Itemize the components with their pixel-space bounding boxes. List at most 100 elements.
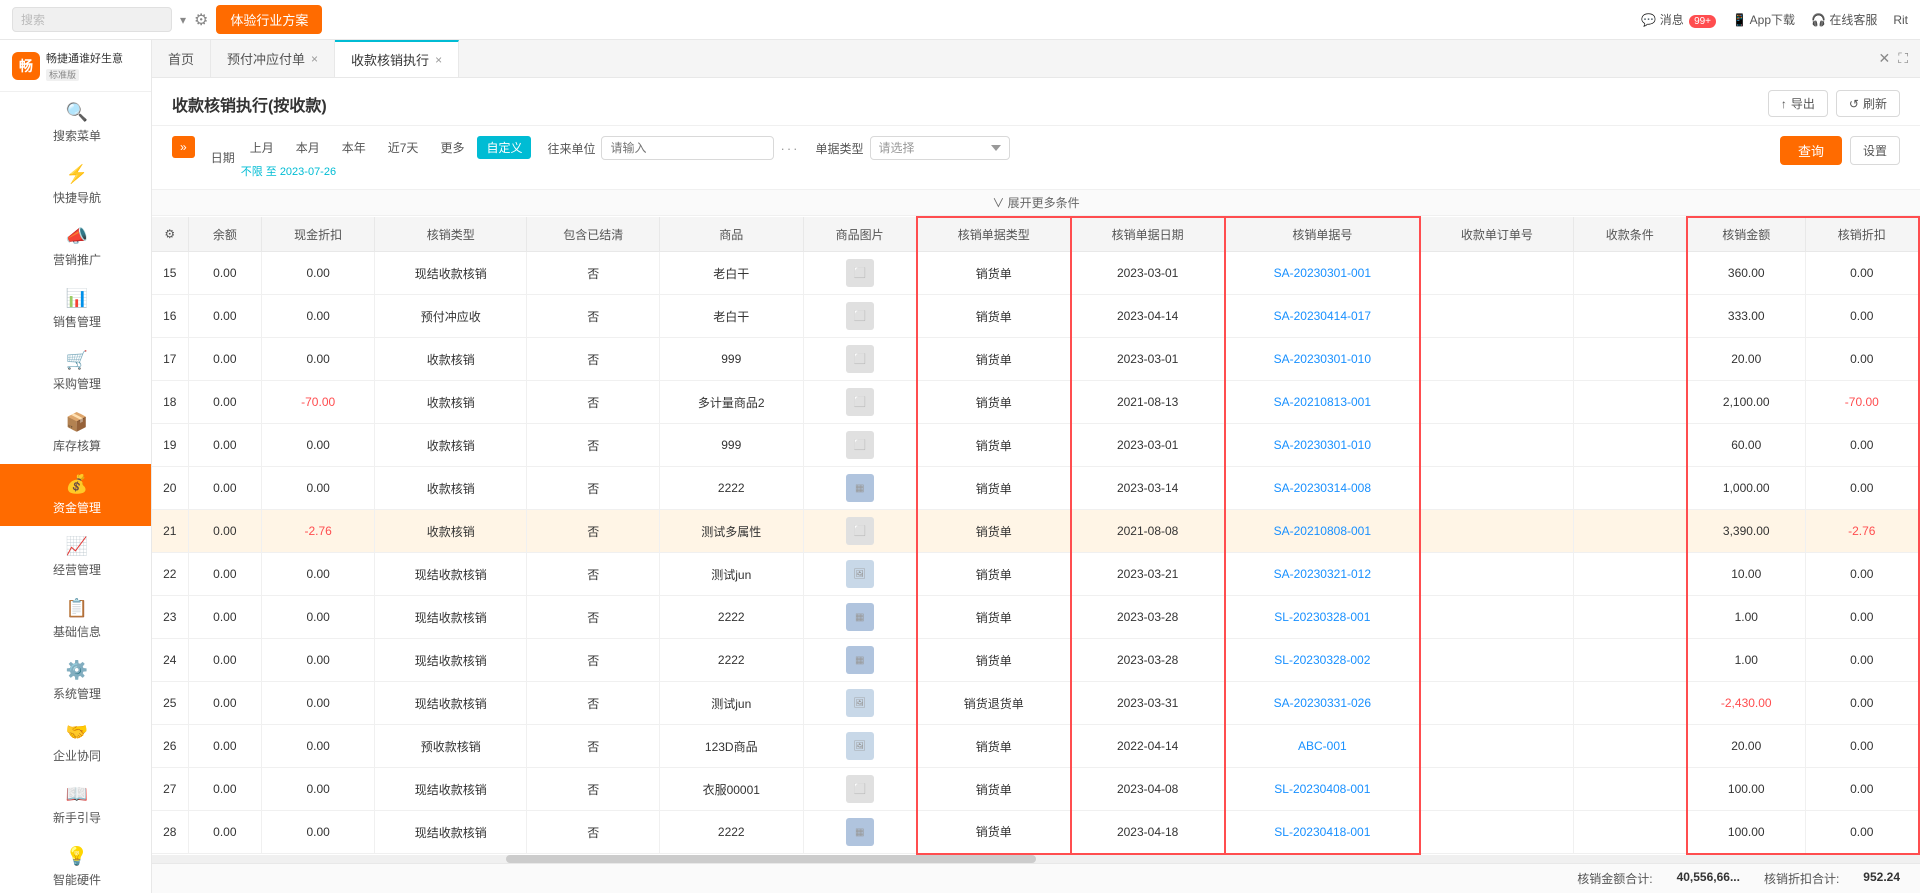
- cell-receipt-order-no: [1420, 467, 1573, 510]
- horizontal-scrollbar[interactable]: [152, 855, 1920, 863]
- cell-voucher-no[interactable]: SL-20230418-001: [1225, 811, 1420, 854]
- filter-voucher-type-select[interactable]: 请选择: [870, 136, 1010, 160]
- refresh-btn[interactable]: ↺ 刷新: [1836, 90, 1900, 117]
- cell-receipt-terms: [1573, 682, 1687, 725]
- cell-id: 25: [152, 682, 188, 725]
- sidebar-item-inventory[interactable]: 📦 库存核算: [0, 402, 151, 464]
- user-name[interactable]: Rit: [1893, 13, 1908, 27]
- sidebar-logo: 畅 畅捷通谁好生意 标准版: [0, 40, 151, 92]
- filter-date-custom[interactable]: 自定义: [477, 136, 531, 159]
- top-search-input[interactable]: 搜索: [12, 7, 172, 32]
- col-header-balance: 余额: [188, 217, 262, 252]
- message-btn[interactable]: 💬 消息 99+: [1641, 11, 1716, 28]
- filter-toggle-btn[interactable]: »: [172, 136, 195, 158]
- cell-product-img: ⬜: [803, 338, 917, 381]
- tab-close-all-icon[interactable]: ✕: [1878, 50, 1890, 67]
- sidebar-item-sales[interactable]: 📊 销售管理: [0, 278, 151, 340]
- sidebar-item-system[interactable]: ⚙️ 系统管理: [0, 650, 151, 712]
- cell-voucher-no[interactable]: SA-20230331-026: [1225, 682, 1420, 725]
- product-thumbnail: ▦: [846, 603, 874, 631]
- cell-voucher-no[interactable]: SA-20230314-008: [1225, 467, 1420, 510]
- cell-voucher-no[interactable]: SL-20230328-001: [1225, 596, 1420, 639]
- cell-include-settled: 否: [527, 467, 660, 510]
- cell-voucher-type: 销货单: [917, 768, 1071, 811]
- sidebar-label-finance: 资金管理: [53, 499, 101, 516]
- cell-product-img: ▦: [803, 467, 917, 510]
- system-icon: ⚙️: [66, 660, 88, 681]
- scrollbar-thumb[interactable]: [506, 855, 1036, 863]
- cell-voucher-no[interactable]: SA-20210813-001: [1225, 381, 1420, 424]
- cell-write-off-type: 现结收款核销: [375, 596, 527, 639]
- tab-prepay-close[interactable]: ×: [311, 52, 318, 66]
- cell-voucher-no[interactable]: SA-20230414-017: [1225, 295, 1420, 338]
- col-header-voucher-type: 核销单据类型: [917, 217, 1071, 252]
- filter-date-this-month[interactable]: 本月: [287, 136, 329, 159]
- cell-write-off-amount: 1.00: [1687, 596, 1805, 639]
- sidebar-item-guide[interactable]: 📖 新手引导: [0, 774, 151, 836]
- sidebar-item-hardware[interactable]: 💡 智能硬件: [0, 836, 151, 893]
- sidebar-item-shortcuts[interactable]: ⚡ 快捷导航: [0, 154, 151, 216]
- cell-voucher-no[interactable]: ABC-001: [1225, 725, 1420, 768]
- filter-partner-dots[interactable]: ···: [780, 141, 799, 156]
- top-bar-left: 搜索 ▾ ⚙ 体验行业方案: [12, 5, 1633, 34]
- tab-prepay-label: 预付冲应付单: [227, 49, 305, 68]
- cell-voucher-no[interactable]: SA-20230301-010: [1225, 338, 1420, 381]
- sidebar-item-finance[interactable]: 💰 资金管理: [0, 464, 151, 526]
- cell-product: 2222: [660, 639, 804, 682]
- tab-home[interactable]: 首页: [152, 40, 211, 77]
- sidebar-label-search: 搜索菜单: [53, 127, 101, 144]
- product-thumbnail: ▦: [846, 818, 874, 846]
- tab-prepay[interactable]: 预付冲应付单 ×: [211, 40, 335, 77]
- online-service-btn[interactable]: 🎧 在线客服: [1811, 11, 1877, 28]
- cell-voucher-date: 2021-08-13: [1071, 381, 1225, 424]
- cell-receipt-terms: [1573, 725, 1687, 768]
- filter-date-7days[interactable]: 近7天: [379, 136, 428, 159]
- cell-product-img: ▦: [803, 811, 917, 854]
- cell-voucher-no[interactable]: SL-20230328-002: [1225, 639, 1420, 682]
- tab-writeoff-close[interactable]: ×: [435, 53, 442, 67]
- tab-expand-icon[interactable]: ⛶: [1898, 50, 1908, 67]
- query-btn[interactable]: 查询: [1780, 136, 1842, 165]
- cell-write-off-type: 收款核销: [375, 381, 527, 424]
- cell-cash-discount: 0.00: [262, 424, 375, 467]
- table-container: ⚙ 余额 现金折扣 核销类型 包含已结清 商品 商品图片 核销单据类型 核销单据…: [152, 216, 1920, 863]
- cell-write-off-discount: 0.00: [1805, 811, 1919, 854]
- sidebar-item-purchase[interactable]: 🛒 采购管理: [0, 340, 151, 402]
- filter-date-this-year[interactable]: 本年: [333, 136, 375, 159]
- cell-voucher-no[interactable]: SL-20230408-001: [1225, 768, 1420, 811]
- sidebar-item-search[interactable]: 🔍 搜索菜单: [0, 92, 151, 154]
- cell-cash-discount: 0.00: [262, 553, 375, 596]
- cell-write-off-amount: 100.00: [1687, 768, 1805, 811]
- cell-voucher-date: 2023-03-28: [1071, 639, 1225, 682]
- logo-name: 畅捷通谁好生意: [46, 50, 123, 66]
- trial-btn[interactable]: 体验行业方案: [216, 5, 322, 34]
- sidebar-item-operations[interactable]: 📈 经营管理: [0, 526, 151, 588]
- cell-voucher-no[interactable]: SA-20230321-012: [1225, 553, 1420, 596]
- col-header-settings[interactable]: ⚙: [152, 217, 188, 252]
- cell-receipt-order-no: [1420, 768, 1573, 811]
- tab-writeoff-label: 收款核销执行: [351, 50, 429, 69]
- filter-settings-btn[interactable]: 设置: [1850, 136, 1900, 165]
- sidebar-item-basic-info[interactable]: 📋 基础信息: [0, 588, 151, 650]
- sidebar-item-marketing[interactable]: 📣 营销推广: [0, 216, 151, 278]
- cell-voucher-no[interactable]: SA-20210808-001: [1225, 510, 1420, 553]
- cell-balance: 0.00: [188, 768, 262, 811]
- app-download-btn[interactable]: 📱 App下载: [1732, 11, 1795, 28]
- cell-voucher-no[interactable]: SA-20230301-001: [1225, 252, 1420, 295]
- sidebar-label-purchase: 采购管理: [53, 375, 101, 392]
- export-btn[interactable]: ↑ 导出: [1768, 90, 1828, 117]
- dropdown-icon[interactable]: ▾: [180, 13, 186, 27]
- filter-date-more[interactable]: 更多: [431, 136, 473, 159]
- filter-partner-input[interactable]: [601, 136, 774, 160]
- sidebar-item-enterprise[interactable]: 🤝 企业协同: [0, 712, 151, 774]
- cell-voucher-no[interactable]: SA-20230301-010: [1225, 424, 1420, 467]
- expand-more-label: ∨ 展开更多条件: [992, 196, 1079, 210]
- cell-id: 15: [152, 252, 188, 295]
- search-placeholder: 搜索: [21, 13, 45, 27]
- filter-date-last-month[interactable]: 上月: [241, 136, 283, 159]
- footer-amount-value: 40,556,66...: [1677, 870, 1740, 887]
- expand-more-bar[interactable]: ∨ 展开更多条件: [152, 190, 1920, 216]
- cell-receipt-terms: [1573, 424, 1687, 467]
- tab-writeoff[interactable]: 收款核销执行 ×: [335, 40, 459, 77]
- gear-icon[interactable]: ⚙: [194, 10, 208, 30]
